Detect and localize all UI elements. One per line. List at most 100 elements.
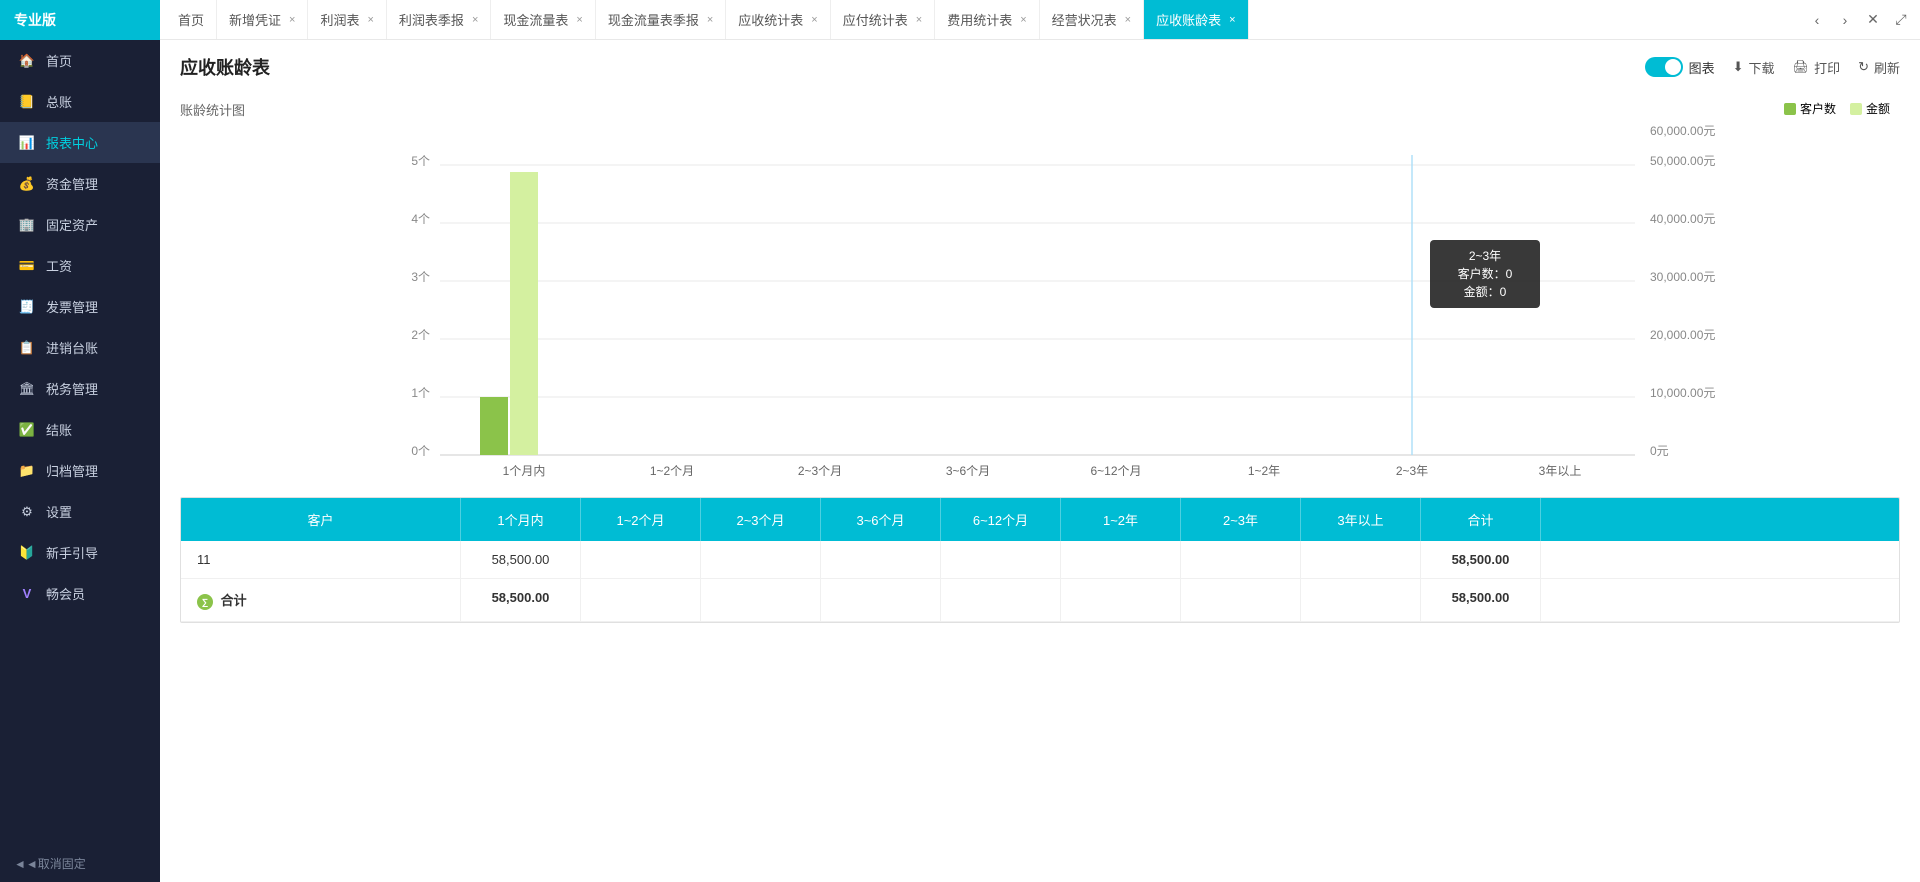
fund-icon: 💰 xyxy=(18,175,36,193)
cell-m36-0 xyxy=(821,541,941,578)
tab-profit-season[interactable]: 利润表季报 × xyxy=(387,0,491,40)
tab-expense-stat-label: 费用统计表 xyxy=(947,10,1012,29)
unpin-button[interactable]: ◄◄取消固定 xyxy=(0,845,160,882)
tab-profit-close[interactable]: × xyxy=(367,14,373,26)
chart-area: 账龄统计图 客户数 金额 0个 1个 2个 3个 xyxy=(160,90,1920,485)
sidebar: 专业版 🏠 首页 📒 总账 📊 报表中心 💰 资金管理 🏢 固定资产 💳 工资 … xyxy=(0,0,160,882)
chart-legend: 客户数 金额 xyxy=(1784,100,1890,117)
page-content: 应收账龄表 图表 ⬇ 下载 🖨 打印 ↻ 刷新 xyxy=(160,40,1920,882)
tab-home[interactable]: 首页 xyxy=(166,0,217,40)
page-header: 应收账龄表 图表 ⬇ 下载 🖨 打印 ↻ 刷新 xyxy=(160,40,1920,90)
tab-close-all-button[interactable]: ✕ xyxy=(1860,7,1886,33)
sidebar-item-fund[interactable]: 💰 资金管理 xyxy=(0,163,160,204)
download-label: 下载 xyxy=(1749,58,1775,77)
cell-total-m12 xyxy=(581,579,701,621)
svg-text:1个月内: 1个月内 xyxy=(503,464,546,478)
sidebar-item-member[interactable]: V 畅会员 xyxy=(0,573,160,614)
download-icon: ⬇ xyxy=(1733,59,1744,75)
tab-ap-stat-close[interactable]: × xyxy=(916,14,922,26)
svg-text:3年以上: 3年以上 xyxy=(1539,464,1582,478)
refresh-label: 刷新 xyxy=(1874,58,1900,77)
tab-cashflow-season-close[interactable]: × xyxy=(707,14,713,26)
tab-ar-stat[interactable]: 应收统计表 × xyxy=(726,0,830,40)
sidebar-item-home[interactable]: 🏠 首页 xyxy=(0,40,160,81)
sidebar-item-asset[interactable]: 🏢 固定资产 xyxy=(0,204,160,245)
tabbar: 首页 新增凭证 × 利润表 × 利润表季报 × 现金流量表 × 现金流量表季报 … xyxy=(160,0,1920,40)
print-button[interactable]: 🖨 打印 xyxy=(1793,58,1841,77)
cell-total-total: 58,500.00 xyxy=(1421,579,1541,621)
table-header-row: 客户 1个月内 1~2个月 2~3个月 3~6个月 6~12个月 1~2年 2~… xyxy=(181,498,1899,541)
tab-ap-stat[interactable]: 应付统计表 × xyxy=(831,0,935,40)
report-icon: 📊 xyxy=(18,134,36,152)
sidebar-item-purchase[interactable]: 📋 进销台账 xyxy=(0,327,160,368)
refresh-icon: ↻ xyxy=(1858,59,1869,75)
tab-expense-stat[interactable]: 费用统计表 × xyxy=(935,0,1039,40)
tab-cashflow-close[interactable]: × xyxy=(576,14,582,26)
sidebar-item-settings[interactable]: ⚙ 设置 xyxy=(0,491,160,532)
toggle-label: 图表 xyxy=(1689,58,1715,77)
svg-text:20,000.00元: 20,000.00元 xyxy=(1650,328,1715,342)
tab-next-button[interactable]: › xyxy=(1832,7,1858,33)
sidebar-label-guide: 新手引导 xyxy=(46,543,98,562)
cell-m612-0 xyxy=(941,541,1061,578)
cell-total-m36 xyxy=(821,579,941,621)
tab-ar-age-close[interactable]: × xyxy=(1229,14,1235,26)
tab-voucher[interactable]: 新增凭证 × xyxy=(217,0,308,40)
svg-text:10,000.00元: 10,000.00元 xyxy=(1650,386,1715,400)
sidebar-label-report: 报表中心 xyxy=(46,133,98,152)
tab-profit-season-close[interactable]: × xyxy=(472,14,478,26)
col-total: 合计 xyxy=(1421,498,1541,541)
sidebar-item-checkout[interactable]: ✅ 结账 xyxy=(0,409,160,450)
tab-cashflow-label: 现金流量表 xyxy=(503,10,568,29)
cell-customer-0: 11 xyxy=(181,541,461,578)
bar-customers-0 xyxy=(480,397,508,455)
svg-text:3~6个月: 3~6个月 xyxy=(946,464,990,478)
sidebar-item-guide[interactable]: 🔰 新手引导 xyxy=(0,532,160,573)
payroll-icon: 💳 xyxy=(18,257,36,275)
app-logo: 专业版 xyxy=(0,0,160,40)
chart-container: 0个 1个 2个 3个 4个 5个 0元 10,000.00元 20,000.0… xyxy=(180,125,1900,485)
svg-text:50,000.00元: 50,000.00元 xyxy=(1650,154,1715,168)
tab-cashflow-season[interactable]: 现金流量表季报 × xyxy=(596,0,726,40)
tab-operation[interactable]: 经营状况表 × xyxy=(1040,0,1144,40)
legend-customers-dot xyxy=(1784,103,1796,115)
invoice-icon: 🧾 xyxy=(18,298,36,316)
col-y23: 2~3年 xyxy=(1181,498,1301,541)
sidebar-label-invoice: 发票管理 xyxy=(46,297,98,316)
tab-operation-close[interactable]: × xyxy=(1125,14,1131,26)
col-m12: 1~2个月 xyxy=(581,498,701,541)
svg-text:0个: 0个 xyxy=(411,444,430,458)
chart-svg: 0个 1个 2个 3个 4个 5个 0元 10,000.00元 20,000.0… xyxy=(180,125,1900,485)
chart-toggle[interactable] xyxy=(1645,57,1683,77)
svg-text:2个: 2个 xyxy=(411,328,430,342)
sidebar-label-fund: 资金管理 xyxy=(46,174,98,193)
home-icon: 🏠 xyxy=(18,52,36,70)
col-y12: 1~2年 xyxy=(1061,498,1181,541)
sidebar-item-report[interactable]: 📊 报表中心 xyxy=(0,122,160,163)
tab-nav-buttons: ‹ › ✕ ⤢ xyxy=(1804,7,1914,33)
sidebar-item-invoice[interactable]: 🧾 发票管理 xyxy=(0,286,160,327)
tab-expand-button[interactable]: ⤢ xyxy=(1888,7,1914,33)
sidebar-label-purchase: 进销台账 xyxy=(46,338,98,357)
sidebar-item-tax[interactable]: 🏛 税务管理 xyxy=(0,368,160,409)
svg-text:1个: 1个 xyxy=(411,386,430,400)
cell-y3plus-0 xyxy=(1301,541,1421,578)
sidebar-label-home: 首页 xyxy=(46,51,72,70)
sidebar-item-payroll[interactable]: 💳 工资 xyxy=(0,245,160,286)
tab-prev-button[interactable]: ‹ xyxy=(1804,7,1830,33)
refresh-button[interactable]: ↻ 刷新 xyxy=(1858,58,1900,77)
tab-profit[interactable]: 利润表 × xyxy=(308,0,386,40)
tab-expense-stat-close[interactable]: × xyxy=(1020,14,1026,26)
sidebar-item-ledger[interactable]: 📒 总账 xyxy=(0,81,160,122)
data-table: 客户 1个月内 1~2个月 2~3个月 3~6个月 6~12个月 1~2年 2~… xyxy=(180,497,1900,623)
tab-cashflow[interactable]: 现金流量表 × xyxy=(491,0,595,40)
cell-total-y23 xyxy=(1181,579,1301,621)
tab-voucher-close[interactable]: × xyxy=(289,14,295,26)
tab-ar-age[interactable]: 应收账龄表 × xyxy=(1144,0,1248,40)
download-button[interactable]: ⬇ 下载 xyxy=(1733,58,1775,77)
sidebar-item-archive[interactable]: 📁 归档管理 xyxy=(0,450,160,491)
cell-m1-0: 58,500.00 xyxy=(461,541,581,578)
tab-ar-stat-close[interactable]: × xyxy=(811,14,817,26)
sidebar-label-payroll: 工资 xyxy=(46,256,72,275)
sidebar-label-settings: 设置 xyxy=(46,502,72,521)
